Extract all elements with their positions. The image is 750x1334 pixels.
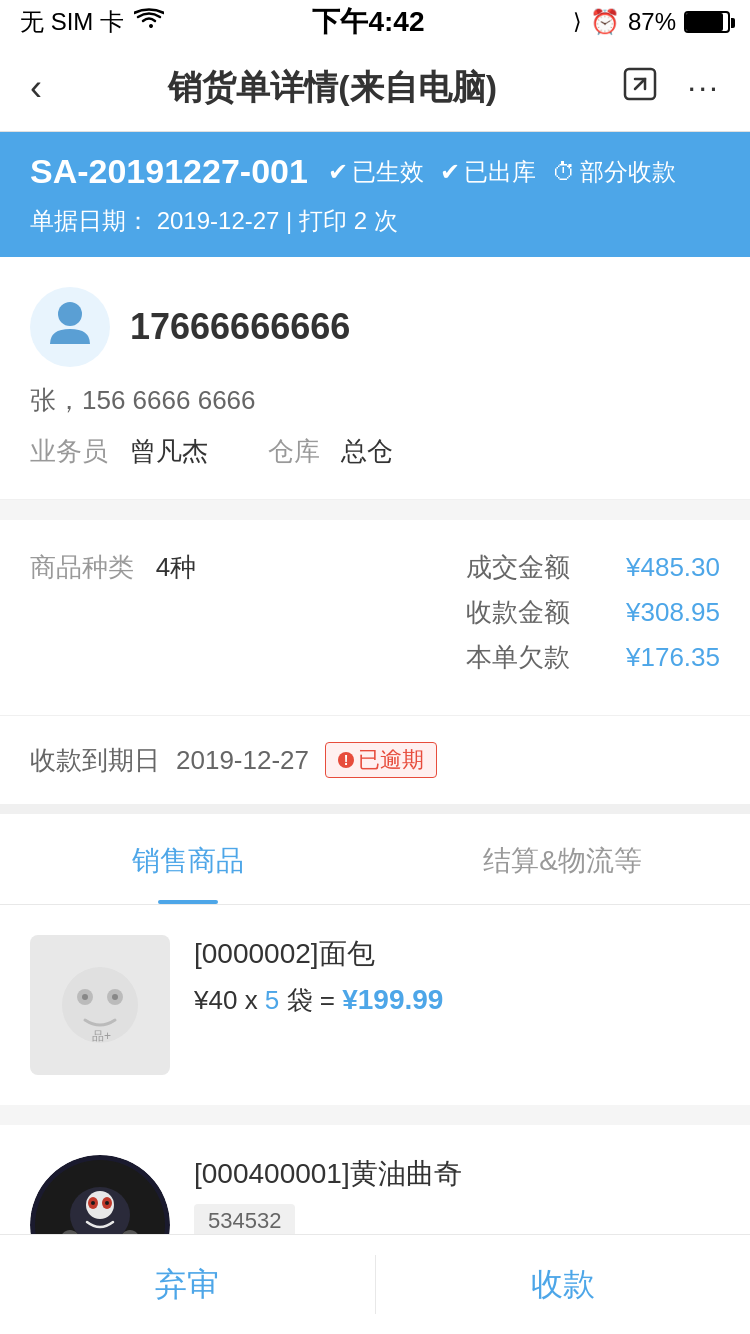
banner-row1: SA-20191227-001 ✔ 已生效 ✔ 已出库 ⏱ 部分收款 bbox=[30, 152, 720, 191]
salesperson-field: 业务员 曾凡杰 bbox=[30, 434, 208, 469]
due-date: 2019-12-27 bbox=[176, 745, 309, 776]
header-date: 2019-12-27 bbox=[157, 207, 280, 234]
equals-1: = bbox=[320, 985, 342, 1015]
banner-date-row: 单据日期： 2019-12-27 | 打印 2 次 bbox=[30, 205, 720, 237]
avatar bbox=[30, 287, 110, 367]
svg-point-14 bbox=[105, 1201, 109, 1205]
salesperson-value: 曾凡杰 bbox=[130, 436, 208, 466]
svg-point-5 bbox=[82, 994, 88, 1000]
back-button[interactable]: ‹ bbox=[30, 67, 42, 109]
status-partial-payment: ⏱ 部分收款 bbox=[552, 156, 676, 188]
owed-label: 本单欠款 bbox=[466, 640, 570, 675]
product-name-2: [000400001]黄油曲奇 bbox=[194, 1155, 720, 1193]
nav-actions: ··· bbox=[623, 67, 720, 108]
product-item-1: 品+ [0000002]面包 ¥40 x 5 袋 = ¥199.99 bbox=[0, 905, 750, 1105]
bottom-bar: 弃审 收款 bbox=[0, 1234, 750, 1334]
customer-section: 17666666666 张，156 6666 6666 业务员 曾凡杰 仓库 总… bbox=[0, 257, 750, 500]
page-title: 销货单详情(来自电脑) bbox=[168, 65, 497, 111]
customer-name: 张，156 6666 6666 bbox=[30, 383, 720, 418]
carrier-label: 无 SIM 卡 bbox=[20, 6, 124, 38]
stats-right: 成交金额 ¥485.30 收款金额 ¥308.95 本单欠款 ¥176.35 bbox=[466, 550, 720, 685]
product-name-1: [0000002]面包 bbox=[194, 935, 720, 973]
svg-point-1 bbox=[58, 302, 82, 326]
order-number: SA-20191227-001 bbox=[30, 152, 308, 191]
total-1: ¥199.99 bbox=[342, 984, 443, 1015]
person-icon bbox=[45, 296, 95, 358]
customer-main: 17666666666 bbox=[30, 287, 720, 367]
product-price-1: ¥40 x 5 袋 = ¥199.99 bbox=[194, 983, 720, 1018]
product-type-label: 商品种类 bbox=[30, 552, 134, 582]
status-shipped: ✔ 已出库 bbox=[440, 156, 536, 188]
tab-sales-products[interactable]: 销售商品 bbox=[0, 814, 375, 904]
product-info-1: [0000002]面包 ¥40 x 5 袋 = ¥199.99 bbox=[194, 935, 720, 1018]
product-sku-2: 534532 bbox=[194, 1204, 295, 1238]
alarm-icon: ⏰ bbox=[590, 8, 620, 36]
tabs: 销售商品 结算&物流等 bbox=[0, 814, 750, 905]
battery-icon bbox=[684, 11, 730, 33]
svg-point-6 bbox=[112, 994, 118, 1000]
clock-icon: ⏱ bbox=[552, 158, 576, 186]
amount-row: 成交金额 ¥485.30 bbox=[466, 550, 720, 585]
overdue-text: 已逾期 bbox=[358, 745, 424, 775]
amount-value: ¥485.30 bbox=[600, 552, 720, 583]
status-left: 无 SIM 卡 bbox=[20, 6, 164, 38]
unit-1: 袋 bbox=[287, 985, 313, 1015]
print-info: 打印 2 次 bbox=[299, 207, 398, 234]
warehouse-value: 总仓 bbox=[341, 436, 393, 466]
separator: | bbox=[286, 207, 299, 234]
multiply-1: x bbox=[245, 985, 265, 1015]
tab-settlement[interactable]: 结算&物流等 bbox=[375, 814, 750, 904]
nav-bar: ‹ 销货单详情(来自电脑) ··· bbox=[0, 44, 750, 132]
product-image-1: 品+ bbox=[30, 935, 170, 1075]
due-section: 收款到期日 2019-12-27 ! 已逾期 bbox=[0, 716, 750, 814]
wifi-icon bbox=[134, 8, 164, 36]
status-effective: ✔ 已生效 bbox=[328, 156, 424, 188]
date-label: 单据日期： bbox=[30, 207, 150, 234]
owed-value: ¥176.35 bbox=[600, 642, 720, 673]
location-icon: ⟩ bbox=[573, 9, 582, 35]
battery-percent: 87% bbox=[628, 8, 676, 36]
overdue-icon: ! bbox=[338, 752, 354, 768]
received-row: 收款金额 ¥308.95 bbox=[466, 595, 720, 630]
status-right: ⟩ ⏰ 87% bbox=[573, 8, 730, 36]
product-placeholder-1: 品+ bbox=[30, 935, 170, 1075]
due-label: 收款到期日 bbox=[30, 743, 160, 778]
customer-meta: 业务员 曾凡杰 仓库 总仓 bbox=[30, 434, 720, 469]
owed-row: 本单欠款 ¥176.35 bbox=[466, 640, 720, 675]
qty-1: 5 bbox=[265, 985, 279, 1015]
check-icon-2: ✔ bbox=[440, 158, 460, 186]
stats-section: 商品种类 4种 成交金额 ¥485.30 收款金额 ¥308.95 本单欠款 ¥… bbox=[0, 520, 750, 716]
product-type-value: 4种 bbox=[156, 552, 196, 582]
received-value: ¥308.95 bbox=[600, 597, 720, 628]
price-1: ¥40 bbox=[194, 985, 237, 1015]
status-time: 下午4:42 bbox=[312, 3, 424, 41]
warehouse-field: 仓库 总仓 bbox=[268, 434, 394, 469]
received-label: 收款金额 bbox=[466, 595, 570, 630]
svg-text:品+: 品+ bbox=[92, 1029, 111, 1043]
share-icon[interactable] bbox=[623, 67, 657, 108]
stats-left: 商品种类 4种 bbox=[30, 550, 196, 685]
stats-grid: 商品种类 4种 成交金额 ¥485.30 收款金额 ¥308.95 本单欠款 ¥… bbox=[30, 550, 720, 685]
cancel-button[interactable]: 弃审 bbox=[0, 1235, 375, 1334]
header-banner: SA-20191227-001 ✔ 已生效 ✔ 已出库 ⏱ 部分收款 单据日期：… bbox=[0, 132, 750, 257]
status-bar: 无 SIM 卡 下午4:42 ⟩ ⏰ 87% bbox=[0, 0, 750, 44]
status-tags: ✔ 已生效 ✔ 已出库 ⏱ 部分收款 bbox=[328, 156, 676, 188]
check-icon-1: ✔ bbox=[328, 158, 348, 186]
svg-point-13 bbox=[91, 1201, 95, 1205]
customer-id[interactable]: 17666666666 bbox=[130, 306, 350, 348]
confirm-button[interactable]: 收款 bbox=[376, 1235, 751, 1334]
amount-label: 成交金额 bbox=[466, 550, 570, 585]
overdue-badge: ! 已逾期 bbox=[325, 742, 437, 778]
warehouse-label: 仓库 bbox=[268, 436, 320, 466]
salesperson-label: 业务员 bbox=[30, 436, 108, 466]
more-icon[interactable]: ··· bbox=[687, 69, 720, 106]
